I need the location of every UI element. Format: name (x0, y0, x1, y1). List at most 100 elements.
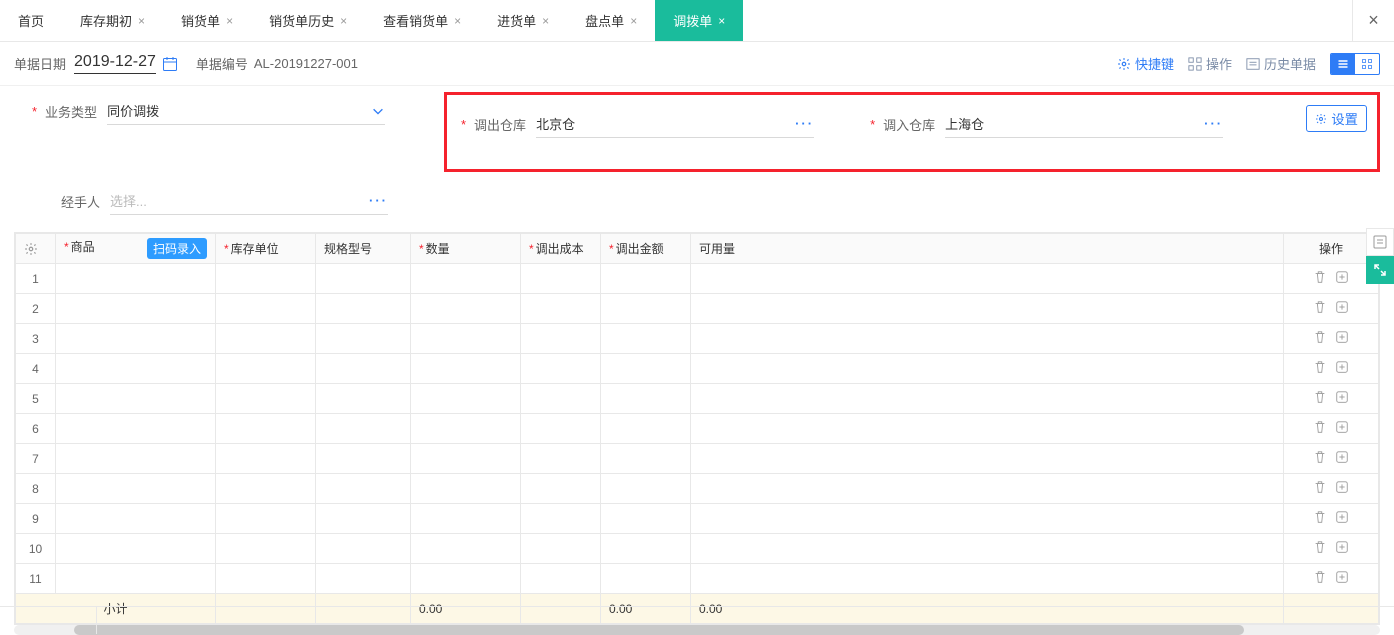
cell-unit[interactable] (216, 504, 316, 534)
delete-row-icon[interactable] (1313, 480, 1327, 494)
cell-available[interactable] (691, 474, 1284, 504)
tab-close-icon[interactable]: × (226, 14, 233, 28)
add-row-icon[interactable] (1335, 450, 1349, 464)
cell-out-cost[interactable] (521, 384, 601, 414)
add-row-icon[interactable] (1335, 510, 1349, 524)
cell-qty[interactable] (411, 444, 521, 474)
cell-available[interactable] (691, 324, 1284, 354)
cell-out-cost[interactable] (521, 564, 601, 594)
cell-product[interactable] (56, 384, 216, 414)
cell-available[interactable] (691, 414, 1284, 444)
cell-out-amount[interactable] (601, 264, 691, 294)
add-row-icon[interactable] (1335, 480, 1349, 494)
cell-unit[interactable] (216, 474, 316, 504)
cell-out-cost[interactable] (521, 324, 601, 354)
table-row[interactable]: 10 (16, 534, 1379, 564)
add-row-icon[interactable] (1335, 300, 1349, 314)
out-warehouse-select[interactable]: 北京仓 ··· (536, 110, 814, 138)
table-row[interactable]: 11 (16, 564, 1379, 594)
cell-out-amount[interactable] (601, 354, 691, 384)
table-settings-header[interactable] (16, 234, 56, 264)
cell-product[interactable] (56, 324, 216, 354)
add-row-icon[interactable] (1335, 570, 1349, 584)
cell-qty[interactable] (411, 534, 521, 564)
cell-unit[interactable] (216, 264, 316, 294)
tab-close-icon[interactable]: × (340, 14, 347, 28)
more-icon[interactable]: ··· (369, 193, 388, 208)
cell-spec[interactable] (316, 414, 411, 444)
delete-row-icon[interactable] (1313, 330, 1327, 344)
cell-product[interactable] (56, 504, 216, 534)
delete-row-icon[interactable] (1313, 360, 1327, 374)
cell-qty[interactable] (411, 414, 521, 444)
calendar-icon[interactable] (162, 56, 178, 72)
tab-transfer[interactable]: 调拨单× (655, 0, 743, 41)
history-link[interactable]: 历史单据 (1246, 54, 1316, 73)
tab-close-icon[interactable]: × (630, 14, 637, 28)
cell-product[interactable] (56, 354, 216, 384)
tab-purchase[interactable]: 进货单× (479, 0, 567, 41)
cell-product[interactable] (56, 264, 216, 294)
cell-out-cost[interactable] (521, 444, 601, 474)
cell-product[interactable] (56, 414, 216, 444)
cell-out-amount[interactable] (601, 504, 691, 534)
cell-out-amount[interactable] (601, 474, 691, 504)
cell-unit[interactable] (216, 534, 316, 564)
cell-available[interactable] (691, 294, 1284, 324)
date-input[interactable]: 2019-12-27 (74, 53, 156, 74)
table-row[interactable]: 5 (16, 384, 1379, 414)
cell-qty[interactable] (411, 474, 521, 504)
cell-qty[interactable] (411, 384, 521, 414)
cell-unit[interactable] (216, 384, 316, 414)
cell-out-amount[interactable] (601, 444, 691, 474)
cell-qty[interactable] (411, 324, 521, 354)
scan-entry-button[interactable]: 扫码录入 (147, 238, 207, 259)
biz-type-select[interactable]: 同价调拨 (107, 97, 385, 125)
cell-spec[interactable] (316, 324, 411, 354)
cell-spec[interactable] (316, 384, 411, 414)
cell-out-amount[interactable] (601, 534, 691, 564)
add-row-icon[interactable] (1335, 390, 1349, 404)
cell-available[interactable] (691, 564, 1284, 594)
cell-available[interactable] (691, 264, 1284, 294)
shortcut-link[interactable]: 快捷键 (1117, 54, 1174, 73)
tabs-close-all-icon[interactable]: × (1352, 0, 1394, 41)
cell-qty[interactable] (411, 354, 521, 384)
cell-out-cost[interactable] (521, 354, 601, 384)
cell-unit[interactable] (216, 354, 316, 384)
cell-spec[interactable] (316, 444, 411, 474)
more-icon[interactable]: ··· (1204, 116, 1223, 131)
settings-button[interactable]: 设置 (1306, 105, 1367, 132)
cell-spec[interactable] (316, 534, 411, 564)
cell-out-amount[interactable] (601, 384, 691, 414)
cell-spec[interactable] (316, 264, 411, 294)
cell-out-cost[interactable] (521, 294, 601, 324)
cell-qty[interactable] (411, 564, 521, 594)
cell-out-amount[interactable] (601, 324, 691, 354)
cell-product[interactable] (56, 534, 216, 564)
table-row[interactable]: 1 (16, 264, 1379, 294)
more-icon[interactable]: ··· (795, 116, 814, 131)
table-row[interactable]: 8 (16, 474, 1379, 504)
tab-close-icon[interactable]: × (138, 14, 145, 28)
cell-available[interactable] (691, 354, 1284, 384)
cell-unit[interactable] (216, 564, 316, 594)
cell-product[interactable] (56, 294, 216, 324)
cell-out-amount[interactable] (601, 294, 691, 324)
delete-row-icon[interactable] (1313, 270, 1327, 284)
cell-qty[interactable] (411, 504, 521, 534)
tab-sales-history[interactable]: 销货单历史× (251, 0, 365, 41)
cell-available[interactable] (691, 384, 1284, 414)
handler-select[interactable]: 选择... ··· (110, 187, 388, 215)
cell-out-cost[interactable] (521, 504, 601, 534)
cell-product[interactable] (56, 474, 216, 504)
delete-row-icon[interactable] (1313, 450, 1327, 464)
in-warehouse-select[interactable]: 上海仓 ··· (945, 110, 1223, 138)
cell-spec[interactable] (316, 354, 411, 384)
cell-unit[interactable] (216, 294, 316, 324)
cell-out-cost[interactable] (521, 534, 601, 564)
delete-row-icon[interactable] (1313, 420, 1327, 434)
cell-unit[interactable] (216, 444, 316, 474)
cell-product[interactable] (56, 564, 216, 594)
cell-product[interactable] (56, 444, 216, 474)
